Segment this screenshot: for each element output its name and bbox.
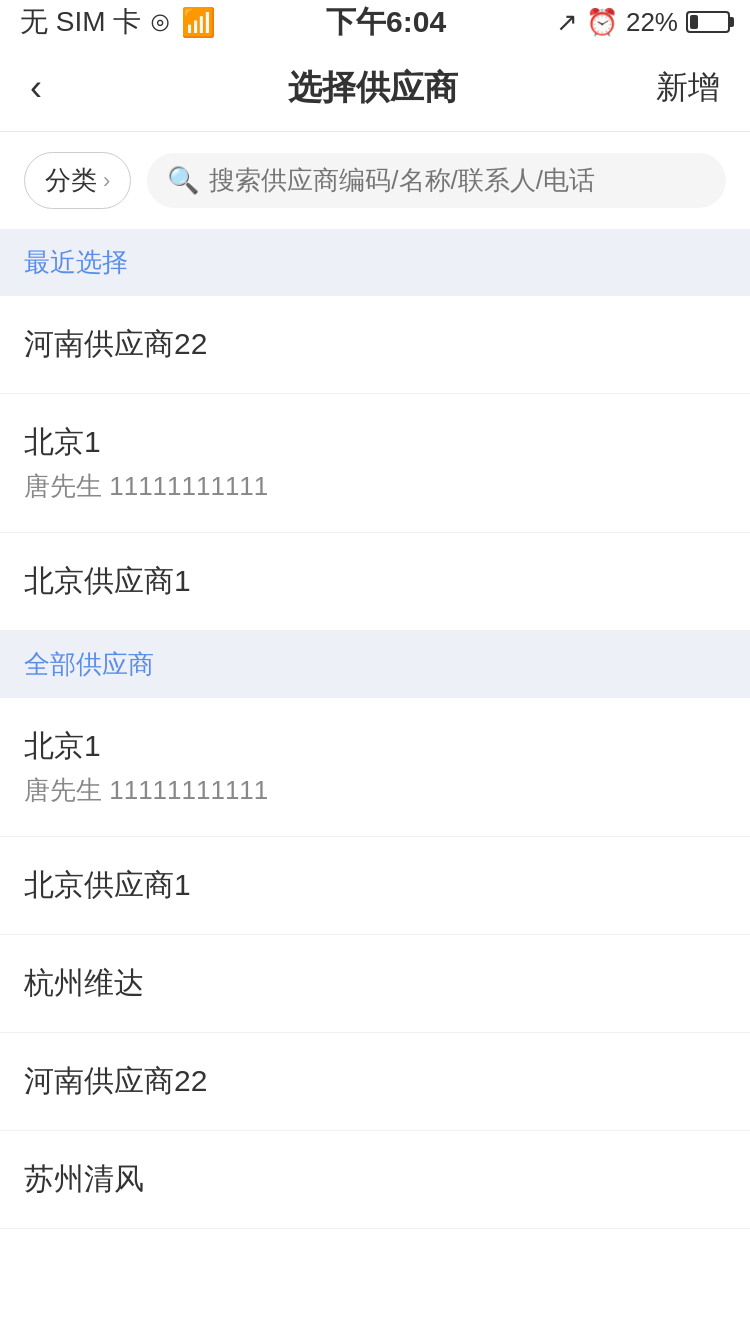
list-item[interactable]: 杭州维达 xyxy=(0,935,750,1033)
status-time: 下午6:04 xyxy=(326,2,446,43)
list-item[interactable]: 北京1 唐先生 11111111111 xyxy=(0,698,750,837)
status-right: ↗ ⏰ 22% xyxy=(556,7,730,38)
chevron-right-icon: › xyxy=(103,168,110,194)
all-section-header: 全部供应商 xyxy=(0,631,750,698)
alarm-icon: ⏰ xyxy=(586,7,618,38)
all-list: 北京1 唐先生 11111111111 北京供应商1 杭州维达 河南供应商22 … xyxy=(0,698,750,1229)
supplier-name: 北京供应商1 xyxy=(24,561,726,602)
list-item[interactable]: 苏州清风 xyxy=(0,1131,750,1229)
list-item[interactable]: 北京供应商1 xyxy=(0,533,750,631)
battery-percent: 22% xyxy=(626,7,678,38)
location-icon: ↗ xyxy=(556,7,578,38)
supplier-name: 北京1 xyxy=(24,422,726,463)
supplier-name: 苏州清风 xyxy=(24,1159,726,1200)
add-button[interactable]: 新增 xyxy=(656,66,720,110)
list-item[interactable]: 北京供应商1 xyxy=(0,837,750,935)
search-box[interactable]: 🔍 xyxy=(147,153,726,208)
status-bar: 无 SIM 卡 ⊙ 📶 下午6:04 ↗ ⏰ 22% xyxy=(0,0,750,44)
supplier-name: 河南供应商22 xyxy=(24,324,726,365)
status-left: 无 SIM 卡 ⊙ 📶 xyxy=(20,3,216,41)
page-title: 选择供应商 xyxy=(288,65,458,111)
supplier-name: 北京1 xyxy=(24,726,726,767)
sim-status: 无 SIM 卡 ⊙ xyxy=(20,3,171,41)
supplier-contact: 唐先生 11111111111 xyxy=(24,469,726,504)
list-item[interactable]: 河南供应商22 xyxy=(0,1033,750,1131)
battery-icon xyxy=(686,11,730,33)
category-label: 分类 xyxy=(45,163,97,198)
list-item[interactable]: 河南供应商22 xyxy=(0,296,750,394)
supplier-name: 杭州维达 xyxy=(24,963,726,1004)
category-filter[interactable]: 分类 › xyxy=(24,152,131,209)
recent-section-header: 最近选择 xyxy=(0,229,750,296)
back-button[interactable]: ‹ xyxy=(30,67,90,109)
recent-list: 河南供应商22 北京1 唐先生 11111111111 北京供应商1 xyxy=(0,296,750,631)
filter-bar: 分类 › 🔍 xyxy=(0,132,750,229)
list-item[interactable]: 北京1 唐先生 11111111111 xyxy=(0,394,750,533)
wifi-icon: 📶 xyxy=(181,6,216,39)
nav-bar: ‹ 选择供应商 新增 xyxy=(0,44,750,132)
supplier-name: 河南供应商22 xyxy=(24,1061,726,1102)
search-input[interactable] xyxy=(209,165,706,196)
supplier-contact: 唐先生 11111111111 xyxy=(24,773,726,808)
search-icon: 🔍 xyxy=(167,165,199,196)
supplier-name: 北京供应商1 xyxy=(24,865,726,906)
